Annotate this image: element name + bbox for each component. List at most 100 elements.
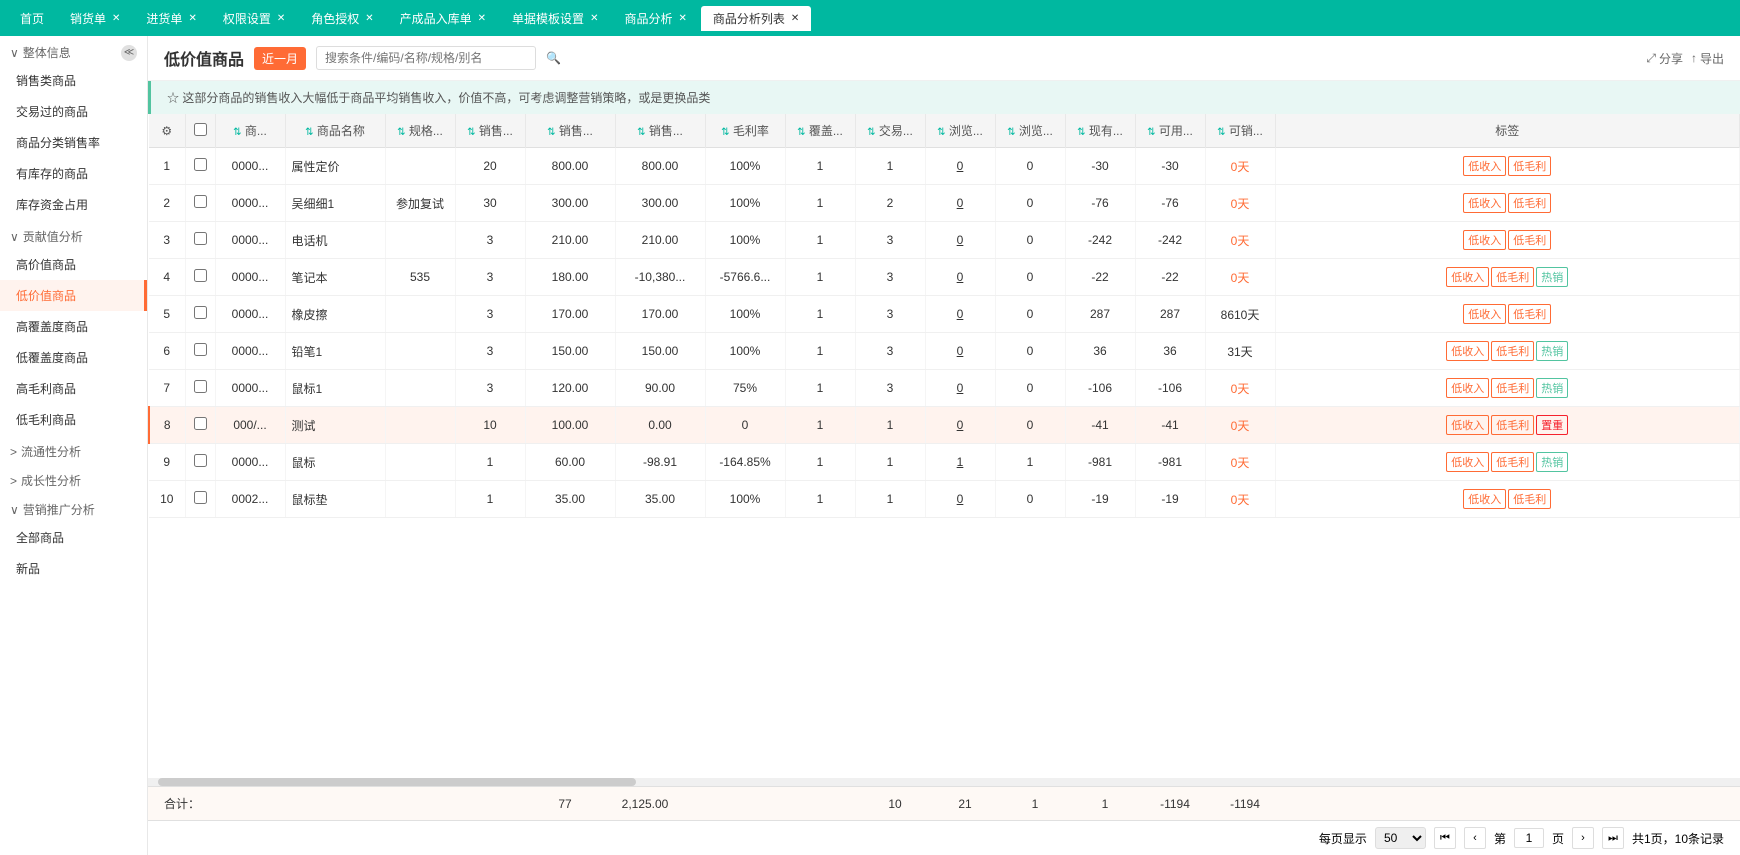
col-trade-count[interactable]: ⇅ 交易... <box>855 114 925 148</box>
row-checkbox[interactable] <box>194 306 207 319</box>
col-browse2[interactable]: ⇅ 浏览... <box>995 114 1065 148</box>
col-available-stock[interactable]: ⇅ 可用... <box>1135 114 1205 148</box>
col-saleable-days[interactable]: ⇅ 可销... <box>1205 114 1275 148</box>
total-info: 共1页，10条记录 <box>1632 830 1724 847</box>
last-page-button[interactable]: ⏭ <box>1602 827 1624 849</box>
cell-sale-qty: 30 <box>455 185 525 222</box>
tag: 低收入 <box>1446 378 1489 398</box>
sidebar-item-stock-goods[interactable]: 有库存的商品 <box>0 158 147 189</box>
sidebar-item-all-goods[interactable]: 全部商品 <box>0 522 147 553</box>
page-size-select[interactable]: 50 100 200 <box>1375 827 1426 849</box>
sidebar-item-high-coverage[interactable]: 高覆盖度商品 <box>0 311 147 342</box>
nav-purchase-order[interactable]: 进货单 ✕ <box>134 6 208 31</box>
cell-sale-qty: 10 <box>455 407 525 444</box>
row-checkbox[interactable] <box>194 417 207 430</box>
row-checkbox[interactable] <box>194 491 207 504</box>
share-button[interactable]: ⤢ 分享 <box>1646 50 1683 67</box>
tag: 低毛利 <box>1508 230 1551 250</box>
cell-checkbox[interactable] <box>185 148 215 185</box>
cell-checkbox[interactable] <box>185 333 215 370</box>
cell-checkbox[interactable] <box>185 370 215 407</box>
row-checkbox[interactable] <box>194 195 207 208</box>
page-number-input[interactable] <box>1514 828 1544 848</box>
row-checkbox[interactable] <box>194 158 207 171</box>
browse1-link[interactable]: 1 <box>957 455 964 469</box>
nav-product-entry[interactable]: 产成品入库单 ✕ <box>388 6 498 31</box>
row-checkbox[interactable] <box>194 343 207 356</box>
cell-checkbox[interactable] <box>185 185 215 222</box>
row-checkbox[interactable] <box>194 269 207 282</box>
nav-close-template[interactable]: ✕ <box>590 13 598 24</box>
col-spec[interactable]: ⇅ 规格... <box>385 114 455 148</box>
col-code[interactable]: ⇅ 商... <box>215 114 285 148</box>
browse1-link[interactable]: 0 <box>957 233 964 247</box>
browse1-link[interactable]: 0 <box>957 344 964 358</box>
horizontal-scrollbar[interactable] <box>148 778 1740 786</box>
cell-checkbox[interactable] <box>185 481 215 518</box>
col-browse1[interactable]: ⇅ 浏览... <box>925 114 995 148</box>
cell-saleable-days: 0天 <box>1205 370 1275 407</box>
col-current-stock[interactable]: ⇅ 现有... <box>1065 114 1135 148</box>
sidebar-item-low-value[interactable]: 低价值商品 <box>0 280 147 311</box>
sidebar-item-high-value[interactable]: 高价值商品 <box>0 249 147 280</box>
search-input[interactable] <box>316 46 536 70</box>
search-icon[interactable]: 🔍 <box>546 51 561 65</box>
col-name[interactable]: ⇅ 商品名称 <box>285 114 385 148</box>
sidebar-item-sales-goods[interactable]: 销售类商品 <box>0 65 147 96</box>
export-button[interactable]: ↑ 导出 <box>1691 50 1724 67</box>
collapse-overall[interactable]: ≪ <box>121 45 137 61</box>
nav-close-role-auth[interactable]: ✕ <box>365 13 373 24</box>
nav-close-permission[interactable]: ✕ <box>277 13 285 24</box>
row-checkbox[interactable] <box>194 380 207 393</box>
cell-spec <box>385 444 455 481</box>
sidebar-item-low-coverage[interactable]: 低覆盖度商品 <box>0 342 147 373</box>
cell-checkbox[interactable] <box>185 444 215 481</box>
nav-close-product-analysis[interactable]: ✕ <box>678 13 686 24</box>
col-sale-amt[interactable]: ⇅ 销售... <box>525 114 615 148</box>
col-settings[interactable]: ⚙ <box>149 114 185 148</box>
browse1-link[interactable]: 0 <box>957 270 964 284</box>
nav-close-product-analysis-list[interactable]: ✕ <box>791 13 799 24</box>
cell-checkbox[interactable] <box>185 259 215 296</box>
scrollbar-thumb[interactable] <box>158 778 636 786</box>
nav-home[interactable]: 首页 <box>8 6 56 31</box>
period-button[interactable]: 近一月 <box>254 47 306 70</box>
nav-close-purchase-order[interactable]: ✕ <box>188 13 196 24</box>
nav-template-settings[interactable]: 单据模板设置 ✕ <box>500 6 610 31</box>
first-page-button[interactable]: ⏮ <box>1434 827 1456 849</box>
browse1-link[interactable]: 0 <box>957 307 964 321</box>
sidebar-item-low-margin[interactable]: 低毛利商品 <box>0 404 147 435</box>
sidebar-item-new-goods[interactable]: 新品 <box>0 553 147 584</box>
nav-product-analysis-list[interactable]: 商品分析列表 ✕ <box>701 6 811 31</box>
row-checkbox[interactable] <box>194 232 207 245</box>
sidebar-item-stock-capital[interactable]: 库存资金占用 <box>0 189 147 220</box>
nav-sales-order[interactable]: 销货单 ✕ <box>58 6 132 31</box>
col-sale-profit[interactable]: ⇅ 销售... <box>615 114 705 148</box>
browse1-link[interactable]: 0 <box>957 418 964 432</box>
col-sale-qty[interactable]: ⇅ 销售... <box>455 114 525 148</box>
browse1-link[interactable]: 0 <box>957 159 964 173</box>
select-all-checkbox[interactable] <box>194 123 207 136</box>
sidebar-item-traded-goods[interactable]: 交易过的商品 <box>0 96 147 127</box>
sidebar-item-high-margin[interactable]: 高毛利商品 <box>0 373 147 404</box>
row-checkbox[interactable] <box>194 454 207 467</box>
cell-checkbox[interactable] <box>185 407 215 444</box>
nav-close-sales-order[interactable]: ✕ <box>112 13 120 24</box>
next-page-button[interactable]: › <box>1572 827 1594 849</box>
browse1-link[interactable]: 0 <box>957 492 964 506</box>
prev-page-button[interactable]: ‹ <box>1464 827 1486 849</box>
cell-tags: 低收入低毛利置重 <box>1275 407 1740 444</box>
nav-role-auth[interactable]: 角色授权 ✕ <box>299 6 385 31</box>
col-gross-margin[interactable]: ⇅ 毛利率 <box>705 114 785 148</box>
nav-product-analysis[interactable]: 商品分析 ✕ <box>612 6 698 31</box>
col-coverage[interactable]: ⇅ 覆盖... <box>785 114 855 148</box>
sidebar-item-category-sales-rate[interactable]: 商品分类销售率 <box>0 127 147 158</box>
footer-coverage: 10 <box>860 797 930 811</box>
browse1-link[interactable]: 0 <box>957 381 964 395</box>
cell-checkbox[interactable] <box>185 296 215 333</box>
cell-checkbox[interactable] <box>185 222 215 259</box>
nav-permission[interactable]: 权限设置 ✕ <box>211 6 297 31</box>
nav-close-product-entry[interactable]: ✕ <box>478 13 486 24</box>
browse1-link[interactable]: 0 <box>957 196 964 210</box>
cell-available-stock: -22 <box>1135 259 1205 296</box>
